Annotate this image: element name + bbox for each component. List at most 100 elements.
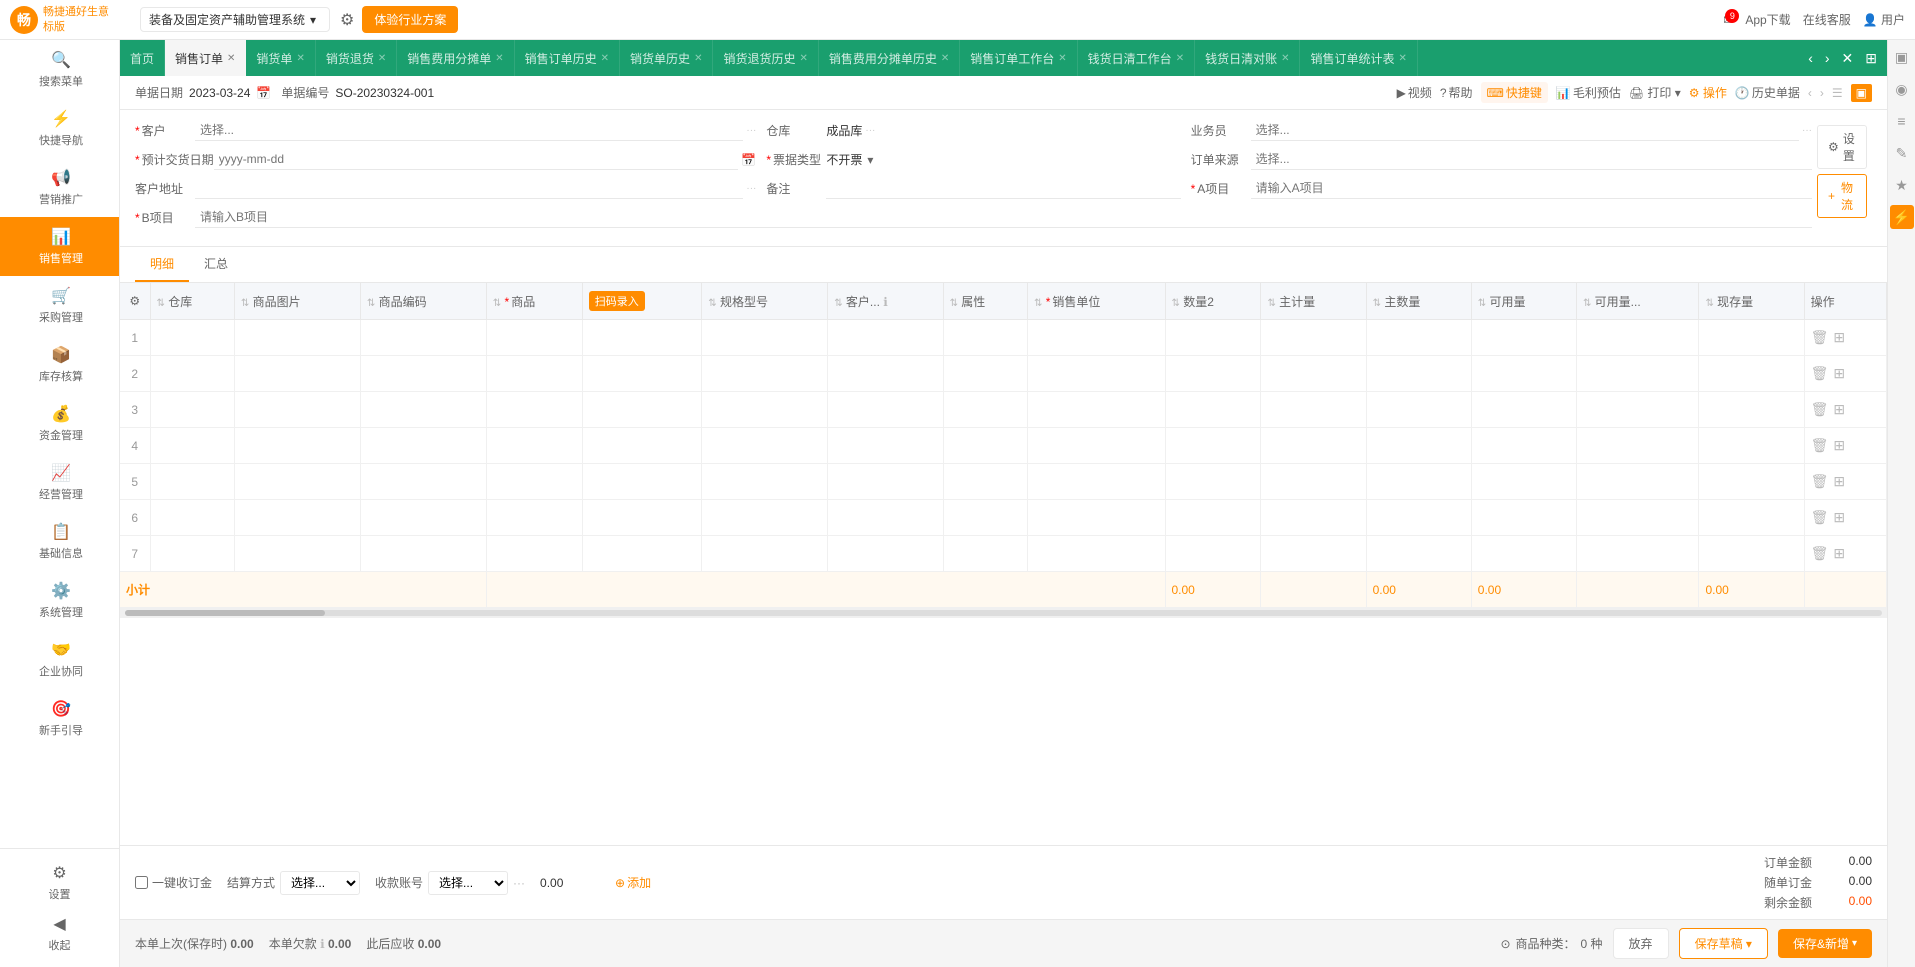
- tab-close-11[interactable]: ✕: [1281, 53, 1289, 64]
- row-code[interactable]: [360, 500, 486, 536]
- row-property[interactable]: [943, 428, 1027, 464]
- tab-next-btn[interactable]: ›: [1820, 48, 1835, 68]
- view-link[interactable]: ▶ 视频: [1397, 84, 1432, 101]
- sidebar-collapse[interactable]: ◀ 收起: [0, 908, 119, 959]
- row-unit[interactable]: [1027, 464, 1165, 500]
- salesperson-input[interactable]: [1251, 120, 1799, 141]
- row-customer-code[interactable]: [828, 320, 943, 356]
- tab-close-8[interactable]: ✕: [941, 53, 949, 64]
- sort-asc-icon8[interactable]: ⇅: [1034, 298, 1042, 309]
- tab-item-5[interactable]: 销售订单历史✕: [515, 40, 620, 76]
- order-source-input[interactable]: [1251, 149, 1812, 170]
- tab-item-2[interactable]: 销货单✕: [246, 40, 315, 76]
- help-link[interactable]: ? 帮助: [1440, 84, 1473, 101]
- copy-icon[interactable]: ⊞: [1833, 545, 1845, 562]
- tab-close-1[interactable]: ✕: [227, 53, 235, 64]
- toolbar-grid-btn[interactable]: ☰: [1832, 86, 1843, 100]
- one-click-checkbox[interactable]: [135, 876, 148, 889]
- one-click-label[interactable]: 一键收订金: [135, 874, 212, 891]
- row-warehouse[interactable]: [150, 356, 234, 392]
- toolbar-prev-btn[interactable]: ‹: [1808, 86, 1812, 100]
- tab-item-6[interactable]: 销货单历史✕: [620, 40, 713, 76]
- delete-icon[interactable]: 🗑: [1811, 509, 1829, 526]
- sidebar-item-3[interactable]: 📊销售管理: [0, 217, 119, 276]
- row-property[interactable]: [943, 392, 1027, 428]
- tab-item-10[interactable]: 钱货日清工作台✕: [1078, 40, 1195, 76]
- sort-asc-icon9[interactable]: ⇅: [1172, 298, 1180, 309]
- copy-icon[interactable]: ⊞: [1833, 509, 1845, 526]
- sidebar-item-1[interactable]: ⚡快捷导航: [0, 99, 119, 158]
- row-spec[interactable]: [702, 320, 828, 356]
- remark-input[interactable]: [826, 178, 1180, 199]
- right-panel-icon-5[interactable]: ★: [1890, 173, 1914, 197]
- row-qty2[interactable]: [1165, 536, 1261, 572]
- row-qty2[interactable]: [1165, 356, 1261, 392]
- tab-close-7[interactable]: ✕: [799, 53, 807, 64]
- setting-btn[interactable]: ⚙设置: [1817, 125, 1867, 169]
- detail-tab-detail[interactable]: 明细: [135, 247, 189, 282]
- detail-tab-summary[interactable]: 汇总: [189, 247, 243, 282]
- row-customer-code[interactable]: [828, 356, 943, 392]
- info-icon[interactable]: ℹ: [883, 295, 888, 309]
- sidebar-item-9[interactable]: ⚙️系统管理: [0, 571, 119, 630]
- add-payment-link[interactable]: ⊕ 添加: [615, 874, 651, 891]
- sort-asc-icon10[interactable]: ⇅: [1267, 298, 1275, 309]
- tab-prev-btn[interactable]: ‹: [1803, 48, 1818, 68]
- delivery-calendar-icon[interactable]: 📅: [741, 153, 756, 167]
- sort-asc-icon5[interactable]: ⇅: [708, 298, 716, 309]
- row-product[interactable]: [486, 428, 582, 464]
- copy-icon[interactable]: ⊞: [1833, 365, 1845, 382]
- tab-item-4[interactable]: 销售费用分摊单✕: [397, 40, 514, 76]
- delete-icon[interactable]: 🗑: [1811, 401, 1829, 418]
- payment-select[interactable]: 选择...: [280, 871, 360, 895]
- row-spec[interactable]: [702, 392, 828, 428]
- delete-icon[interactable]: 🗑: [1811, 365, 1829, 382]
- copy-icon[interactable]: ⊞: [1833, 473, 1845, 490]
- row-code[interactable]: [360, 392, 486, 428]
- shortcut-link[interactable]: ⌨ 快捷键: [1481, 82, 1548, 103]
- horizontal-scrollbar[interactable]: [120, 608, 1887, 618]
- row-customer-code[interactable]: [828, 500, 943, 536]
- delete-icon[interactable]: 🗑: [1811, 473, 1829, 490]
- row-warehouse[interactable]: [150, 320, 234, 356]
- delete-icon[interactable]: 🗑: [1811, 545, 1829, 562]
- delete-icon[interactable]: 🗑: [1811, 329, 1829, 346]
- address-more-icon[interactable]: ···: [746, 183, 756, 194]
- sort-asc-icon2[interactable]: ⇅: [241, 298, 249, 309]
- row-product[interactable]: [486, 464, 582, 500]
- sort-asc-icon11[interactable]: ⇅: [1373, 298, 1381, 309]
- row-customer-code[interactable]: [828, 428, 943, 464]
- copy-icon[interactable]: ⊞: [1833, 437, 1845, 454]
- row-customer-code[interactable]: [828, 392, 943, 428]
- scan-btn[interactable]: 扫码录入: [589, 291, 645, 311]
- row-main-qty[interactable]: [1366, 428, 1471, 464]
- history-link[interactable]: 🕐 历史单据: [1735, 84, 1800, 101]
- sidebar-item-2[interactable]: 📢营销推广: [0, 158, 119, 217]
- tab-close-10[interactable]: ✕: [1176, 53, 1184, 64]
- row-spec[interactable]: [702, 500, 828, 536]
- row-main-qty[interactable]: [1366, 464, 1471, 500]
- tab-close-3[interactable]: ✕: [378, 53, 386, 64]
- row-main-qty[interactable]: [1366, 392, 1471, 428]
- right-panel-icon-3[interactable]: ≡: [1890, 109, 1914, 133]
- row-qty2[interactable]: [1165, 464, 1261, 500]
- row-unit[interactable]: [1027, 536, 1165, 572]
- copy-icon[interactable]: ⊞: [1833, 401, 1845, 418]
- print-btn[interactable]: 🖨 打印 ▾: [1629, 84, 1681, 101]
- row-main-qty[interactable]: [1366, 320, 1471, 356]
- tab-close-all-btn[interactable]: ✕: [1837, 48, 1859, 69]
- tab-item-3[interactable]: 销货退货✕: [316, 40, 397, 76]
- delete-icon[interactable]: 🗑: [1811, 437, 1829, 454]
- row-warehouse[interactable]: [150, 464, 234, 500]
- row-main-qty[interactable]: [1366, 500, 1471, 536]
- right-panel-icon-2[interactable]: ◉: [1890, 77, 1914, 101]
- scroll-track[interactable]: [125, 610, 1882, 616]
- row-spec[interactable]: [702, 464, 828, 500]
- online-service-link[interactable]: 在线客服: [1803, 11, 1851, 28]
- customer-input[interactable]: [195, 120, 743, 141]
- sort-asc-icon[interactable]: ⇅: [157, 298, 165, 309]
- app-selector[interactable]: 装备及固定资产辅助管理系统 ▾: [140, 7, 330, 32]
- right-panel-icon-1[interactable]: ▣: [1890, 45, 1914, 69]
- row-qty2[interactable]: [1165, 428, 1261, 464]
- sidebar-item-0[interactable]: 🔍搜索菜单: [0, 40, 119, 99]
